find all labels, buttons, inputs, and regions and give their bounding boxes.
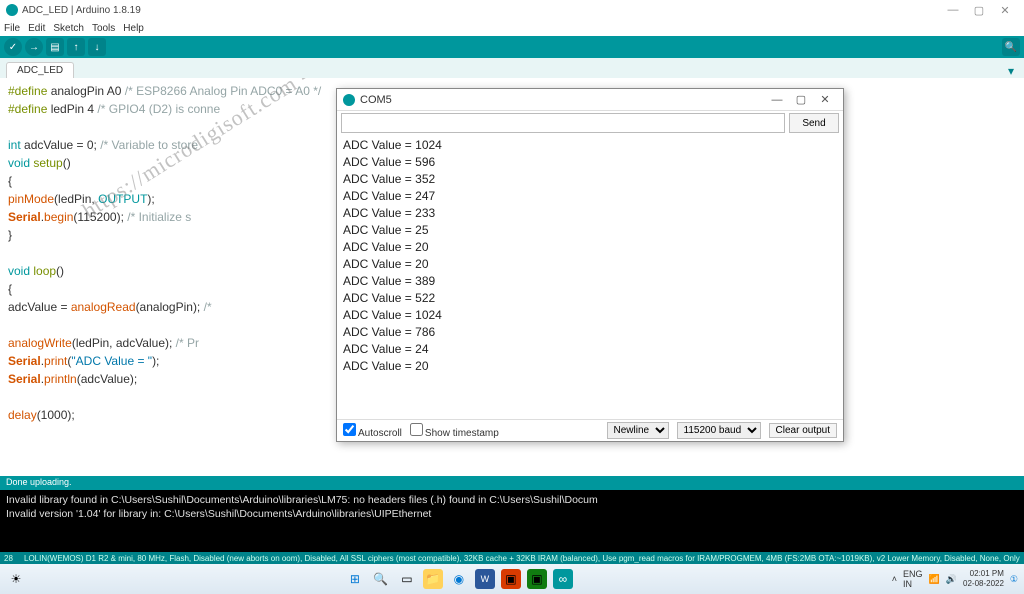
close-button[interactable]: ✕ [992,4,1018,17]
arduino-app-icon[interactable]: ∞ [553,569,573,589]
tab-dropdown-icon[interactable]: ▾ [1008,64,1018,78]
serial-input[interactable] [341,113,785,133]
serial-line: ADC Value = 20 [343,256,837,273]
console-line: Invalid version '1.04' for library in: C… [6,507,1018,521]
explorer-icon[interactable]: 📁 [423,569,443,589]
timestamp-checkbox[interactable]: Show timestamp [410,423,499,439]
serial-line: ADC Value = 1024 [343,137,837,154]
board-info: LOLIN(WEMOS) D1 R2 & mini, 80 MHz, Flash… [24,554,1020,563]
system-tray[interactable]: ˄ ENG IN 📶 🔊 02:01 PM 02-08-2022 ① [892,569,1018,589]
arduino-logo-icon [6,4,18,16]
sketch-tab[interactable]: ADC_LED [6,62,74,78]
menu-file[interactable]: File [4,23,20,34]
serial-line: ADC Value = 20 [343,358,837,375]
status-message: Done uploading. [0,476,1024,490]
serial-footer: Autoscroll Show timestamp Newline 115200… [337,419,843,441]
window-title: ADC_LED | Arduino 1.8.19 [22,5,141,16]
minimize-button[interactable]: — [765,94,789,106]
menu-help[interactable]: Help [123,23,144,34]
volume-icon[interactable]: 🔊 [946,574,957,585]
serial-line: ADC Value = 389 [343,273,837,290]
close-button[interactable]: ✕ [813,93,837,106]
minimize-button[interactable]: — [940,4,966,16]
output-console[interactable]: Invalid library found in C:\Users\Sushil… [0,490,1024,552]
console-line: Invalid library found in C:\Users\Sushil… [6,493,1018,507]
menubar: File Edit Sketch Tools Help [0,20,1024,36]
serial-line: ADC Value = 247 [343,188,837,205]
serial-line: ADC Value = 352 [343,171,837,188]
toolbar: ✓ → ▤ ↑ ↓ 🔍 [0,36,1024,58]
autoscroll-checkbox[interactable]: Autoscroll [343,423,402,439]
menu-tools[interactable]: Tools [92,23,115,34]
serial-line: ADC Value = 1024 [343,307,837,324]
serial-output[interactable]: ADC Value = 1024ADC Value = 596ADC Value… [337,135,843,419]
weather-icon[interactable]: ☀ [6,569,26,589]
wifi-icon[interactable]: 📶 [929,574,940,585]
language-indicator[interactable]: ENG IN [903,569,923,589]
maximize-button[interactable]: ▢ [966,4,992,17]
menu-edit[interactable]: Edit [28,23,45,34]
search-icon[interactable]: 🔍 [371,569,391,589]
serial-title: COM5 [360,94,392,106]
menu-sketch[interactable]: Sketch [53,23,84,34]
app-icon[interactable]: ▣ [527,569,547,589]
serial-line: ADC Value = 596 [343,154,837,171]
notification-icon[interactable]: ① [1010,574,1018,585]
clock[interactable]: 02:01 PM 02-08-2022 [963,569,1004,589]
line-number: 28 [4,554,24,563]
edge-icon[interactable]: ◉ [449,569,469,589]
serial-line: ADC Value = 786 [343,324,837,341]
upload-button[interactable]: → [25,38,43,56]
arduino-logo-icon [343,94,355,106]
serial-input-row: Send [337,111,843,135]
verify-button[interactable]: ✓ [4,38,22,56]
serial-titlebar[interactable]: COM5 — ▢ ✕ [337,89,843,111]
new-button[interactable]: ▤ [46,38,64,56]
serial-line: ADC Value = 522 [343,290,837,307]
open-button[interactable]: ↑ [67,38,85,56]
send-button[interactable]: Send [789,113,839,133]
serial-line: ADC Value = 24 [343,341,837,358]
tab-bar: ADC_LED ▾ [0,58,1024,78]
start-icon[interactable]: ⊞ [345,569,365,589]
taskview-icon[interactable]: ▭ [397,569,417,589]
bottom-status-bar: 28 LOLIN(WEMOS) D1 R2 & mini, 80 MHz, Fl… [0,552,1024,564]
serial-line: ADC Value = 25 [343,222,837,239]
maximize-button[interactable]: ▢ [789,93,813,106]
serial-monitor-window: COM5 — ▢ ✕ Send ADC Value = 1024ADC Valu… [336,88,844,442]
app-icon[interactable]: ▣ [501,569,521,589]
window-titlebar: ADC_LED | Arduino 1.8.19 — ▢ ✕ [0,0,1024,20]
line-ending-select[interactable]: Newline [607,422,669,439]
baud-select[interactable]: 115200 baud [677,422,761,439]
windows-taskbar: ☀ ⊞ 🔍 ▭ 📁 ◉ W ▣ ▣ ∞ ˄ ENG IN 📶 🔊 02:01 P… [0,564,1024,594]
save-button[interactable]: ↓ [88,38,106,56]
serial-line: ADC Value = 20 [343,239,837,256]
serial-line: ADC Value = 233 [343,205,837,222]
word-icon[interactable]: W [475,569,495,589]
serial-monitor-button[interactable]: 🔍 [1002,38,1020,56]
clear-output-button[interactable]: Clear output [769,423,837,438]
